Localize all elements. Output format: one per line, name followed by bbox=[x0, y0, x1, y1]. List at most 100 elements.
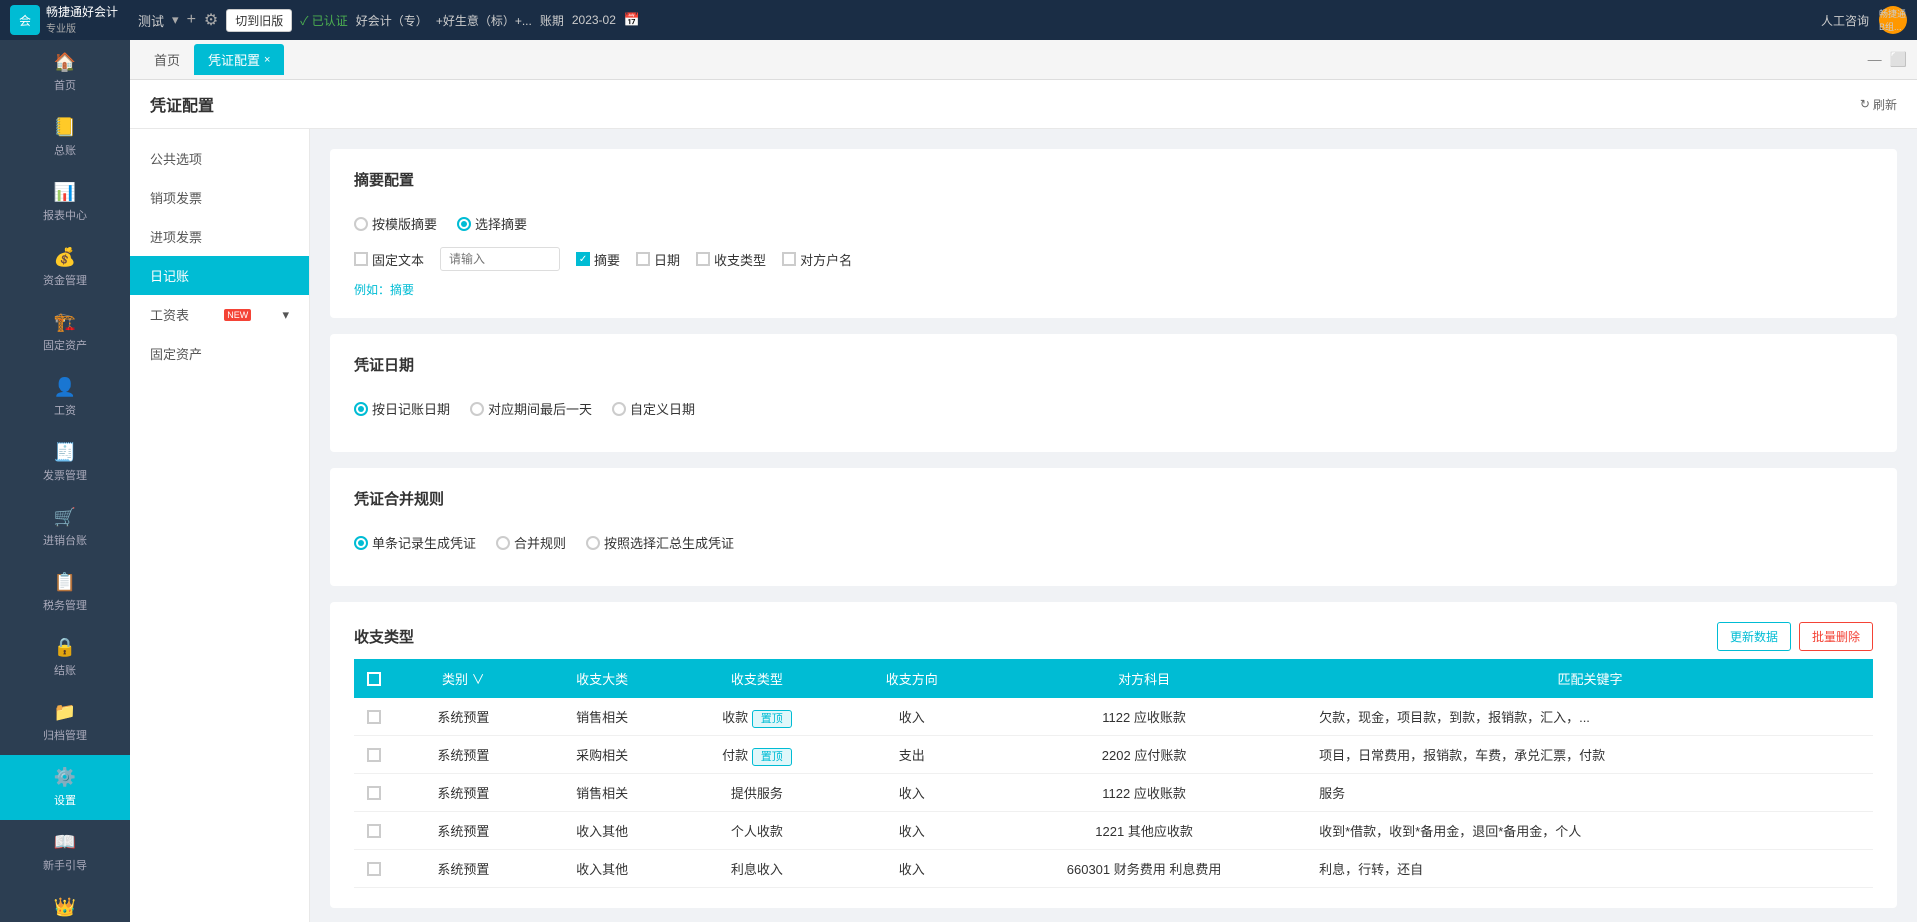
top-bar-mid: 测试 ▾ + ⚙ 切到旧版 ✓ 已认证 好会计（专） +好生意（标）+... 账… bbox=[138, 9, 1821, 32]
update-data-button[interactable]: 更新数据 bbox=[1717, 622, 1791, 651]
sidebar-item-ledger[interactable]: 📒 总账 bbox=[0, 105, 130, 170]
row-checkbox-4[interactable] bbox=[367, 862, 381, 876]
sidebar-label-archive: 归档管理 bbox=[43, 727, 87, 743]
row-checkbox-0[interactable] bbox=[367, 710, 381, 724]
date-radio-group: 按日记账日期 对应期间最后一天 自定义日期 bbox=[354, 399, 1873, 418]
date-section-title: 凭证日期 bbox=[354, 354, 1873, 383]
sidebar-item-purchase[interactable]: 🛒 进销台账 bbox=[0, 495, 130, 560]
avatar[interactable]: 畅捷通B组... bbox=[1879, 6, 1907, 34]
close-period-icon: 🔒 bbox=[54, 637, 76, 658]
checkbox-date[interactable]: 日期 bbox=[636, 250, 680, 269]
period-label: 账期 bbox=[540, 12, 564, 29]
sidebar-item-tax[interactable]: 📋 税务管理 bbox=[0, 560, 130, 625]
cell-direction-0: 收入 bbox=[842, 698, 981, 736]
row-checkbox-2[interactable] bbox=[367, 786, 381, 800]
switch-old-version-button[interactable]: 切到旧版 bbox=[226, 9, 292, 32]
sidebar-item-salary[interactable]: 👤 工资 bbox=[0, 365, 130, 430]
radio-period-last-day[interactable]: 对应期间最后一天 bbox=[470, 399, 592, 418]
window-minimize-icon[interactable]: — bbox=[1868, 51, 1882, 68]
col-subject: 对方科目 bbox=[981, 659, 1307, 698]
checkbox-summary[interactable]: ✓ 摘要 bbox=[576, 250, 620, 269]
sidebar-item-funds[interactable]: 💰 资金管理 bbox=[0, 235, 130, 300]
col-type: 收支类型 bbox=[671, 659, 842, 698]
sidebar-item-member[interactable]: 👑 畅会员 bbox=[0, 885, 130, 922]
date-section: 凭证日期 按日记账日期 对应期间最后一天 bbox=[330, 334, 1897, 452]
checkbox-counterpart[interactable]: 对方户名 bbox=[782, 250, 852, 269]
add-icon[interactable]: + bbox=[187, 11, 196, 29]
radio-circle-select bbox=[457, 217, 471, 231]
leftnav-item-fixed-assets[interactable]: 固定资产 bbox=[130, 334, 309, 373]
sidebar-item-reports[interactable]: 📊 报表中心 bbox=[0, 170, 130, 235]
select-all-checkbox[interactable] bbox=[367, 672, 381, 686]
sidebar-item-invoice[interactable]: 🧾 发票管理 bbox=[0, 430, 130, 495]
main-area: 🏠 首页 📒 总账 📊 报表中心 💰 资金管理 🏗️ 固定资产 👤 工资 bbox=[0, 40, 1917, 922]
consult-link[interactable]: 人工咨询 bbox=[1821, 12, 1869, 29]
checkbox-box-date bbox=[636, 252, 650, 266]
reset-tag-0[interactable]: 置顶 bbox=[752, 710, 792, 728]
leftnav-item-sales-invoice[interactable]: 销项发票 bbox=[130, 178, 309, 217]
sidebar-label-guide: 新手引导 bbox=[43, 857, 87, 873]
cell-type-4: 利息收入 bbox=[671, 850, 842, 888]
summary-radio-group: 按模版摘要 选择摘要 bbox=[354, 214, 1873, 233]
dropdown-icon[interactable]: ▾ bbox=[172, 12, 179, 28]
leftnav-item-journal[interactable]: 日记账 bbox=[130, 256, 309, 295]
radio-single-record[interactable]: 单条记录生成凭证 bbox=[354, 533, 476, 552]
table-header: 类别 ∨ 收支大类 收支类型 收支方向 对方科目 匹配关键字 bbox=[354, 659, 1873, 698]
summary-section: 摘要配置 按模版摘要 选择摘要 bbox=[330, 149, 1897, 318]
reset-tag-1[interactable]: 置顶 bbox=[752, 748, 792, 766]
cell-major-type-2: 销售相关 bbox=[533, 774, 672, 812]
calendar-icon[interactable]: 📅 bbox=[624, 12, 640, 28]
refresh-button[interactable]: ↻ 刷新 bbox=[1860, 96, 1897, 113]
app-container: 会 畅捷通好会计 专业版 测试 ▾ + ⚙ 切到旧版 ✓ 已认证 好会计（专） … bbox=[0, 0, 1917, 922]
tab-voucher-config[interactable]: 凭证配置 × bbox=[194, 44, 284, 75]
period-value: 2023-02 bbox=[572, 13, 616, 27]
sidebar-item-home[interactable]: 🏠 首页 bbox=[0, 40, 130, 105]
checkbox-income-type[interactable]: 收支类型 bbox=[696, 250, 766, 269]
tab-config-label: 凭证配置 bbox=[208, 50, 260, 69]
window-maximize-icon[interactable]: ⬜ bbox=[1890, 51, 1907, 68]
radio-select-summary[interactable]: 选择摘要 bbox=[457, 214, 527, 233]
sidebar-item-assets[interactable]: 🏗️ 固定资产 bbox=[0, 300, 130, 365]
funds-icon: 💰 bbox=[54, 247, 76, 268]
tab-close-icon[interactable]: × bbox=[264, 54, 270, 66]
radio-template-summary[interactable]: 按模版摘要 bbox=[354, 214, 437, 233]
guide-icon: 📖 bbox=[54, 832, 76, 853]
sidebar-item-guide[interactable]: 📖 新手引导 bbox=[0, 820, 130, 885]
cell-type-3: 个人收款 bbox=[671, 812, 842, 850]
leftnav-item-payroll[interactable]: 工资表 NEW ▾ bbox=[130, 295, 309, 334]
cell-major-type-1: 采购相关 bbox=[533, 736, 672, 774]
avatar-label: 畅捷通B组... bbox=[1879, 7, 1907, 33]
col-keywords: 匹配关键字 bbox=[1307, 659, 1873, 698]
cell-major-type-3: 收入其他 bbox=[533, 812, 672, 850]
ledger-icon: 📒 bbox=[54, 117, 76, 138]
radio-journal-date[interactable]: 按日记账日期 bbox=[354, 399, 450, 418]
test-label: 测试 bbox=[138, 11, 164, 30]
archive-icon: 📁 bbox=[54, 702, 76, 723]
leftnav-item-purchase-invoice[interactable]: 进项发票 bbox=[130, 217, 309, 256]
sidebar-item-close[interactable]: 🔒 结账 bbox=[0, 625, 130, 690]
row-checkbox-1[interactable] bbox=[367, 748, 381, 762]
cell-keywords-3: 收到*借款，收到*备用金，退回*备用金，个人 bbox=[1307, 812, 1873, 850]
cell-category-1: 系统预置 bbox=[394, 736, 533, 774]
cell-category-0: 系统预置 bbox=[394, 698, 533, 736]
sidebar-label-funds: 资金管理 bbox=[43, 272, 87, 288]
settings-icon[interactable]: ⚙ bbox=[204, 10, 218, 30]
sidebar-item-archive[interactable]: 📁 归档管理 bbox=[0, 690, 130, 755]
radio-merge-rule[interactable]: 合并规则 bbox=[496, 533, 566, 552]
certified-tag: ✓ 已认证 bbox=[300, 12, 348, 29]
radio-circle-period bbox=[470, 402, 484, 416]
checkbox-fixed-text[interactable]: 固定文本 bbox=[354, 250, 424, 269]
fixed-text-input[interactable] bbox=[440, 247, 560, 271]
left-nav: 公共选项 销项发票 进项发票 日记账 工资表 NEW ▾ bbox=[130, 129, 310, 922]
sidebar-item-settings[interactable]: ⚙️ 设置 bbox=[0, 755, 130, 820]
cell-major-type-0: 销售相关 bbox=[533, 698, 672, 736]
batch-delete-button[interactable]: 批量删除 bbox=[1799, 622, 1873, 651]
row-checkbox-3[interactable] bbox=[367, 824, 381, 838]
radio-aggregate[interactable]: 按照选择汇总生成凭证 bbox=[586, 533, 734, 552]
radio-custom-date[interactable]: 自定义日期 bbox=[612, 399, 695, 418]
leftnav-item-public[interactable]: 公共选项 bbox=[130, 139, 309, 178]
tab-home[interactable]: 首页 bbox=[140, 44, 194, 75]
logo-area: 会 畅捷通好会计 专业版 bbox=[10, 5, 118, 35]
cell-direction-2: 收入 bbox=[842, 774, 981, 812]
checkbox-box-summary: ✓ bbox=[576, 252, 590, 266]
